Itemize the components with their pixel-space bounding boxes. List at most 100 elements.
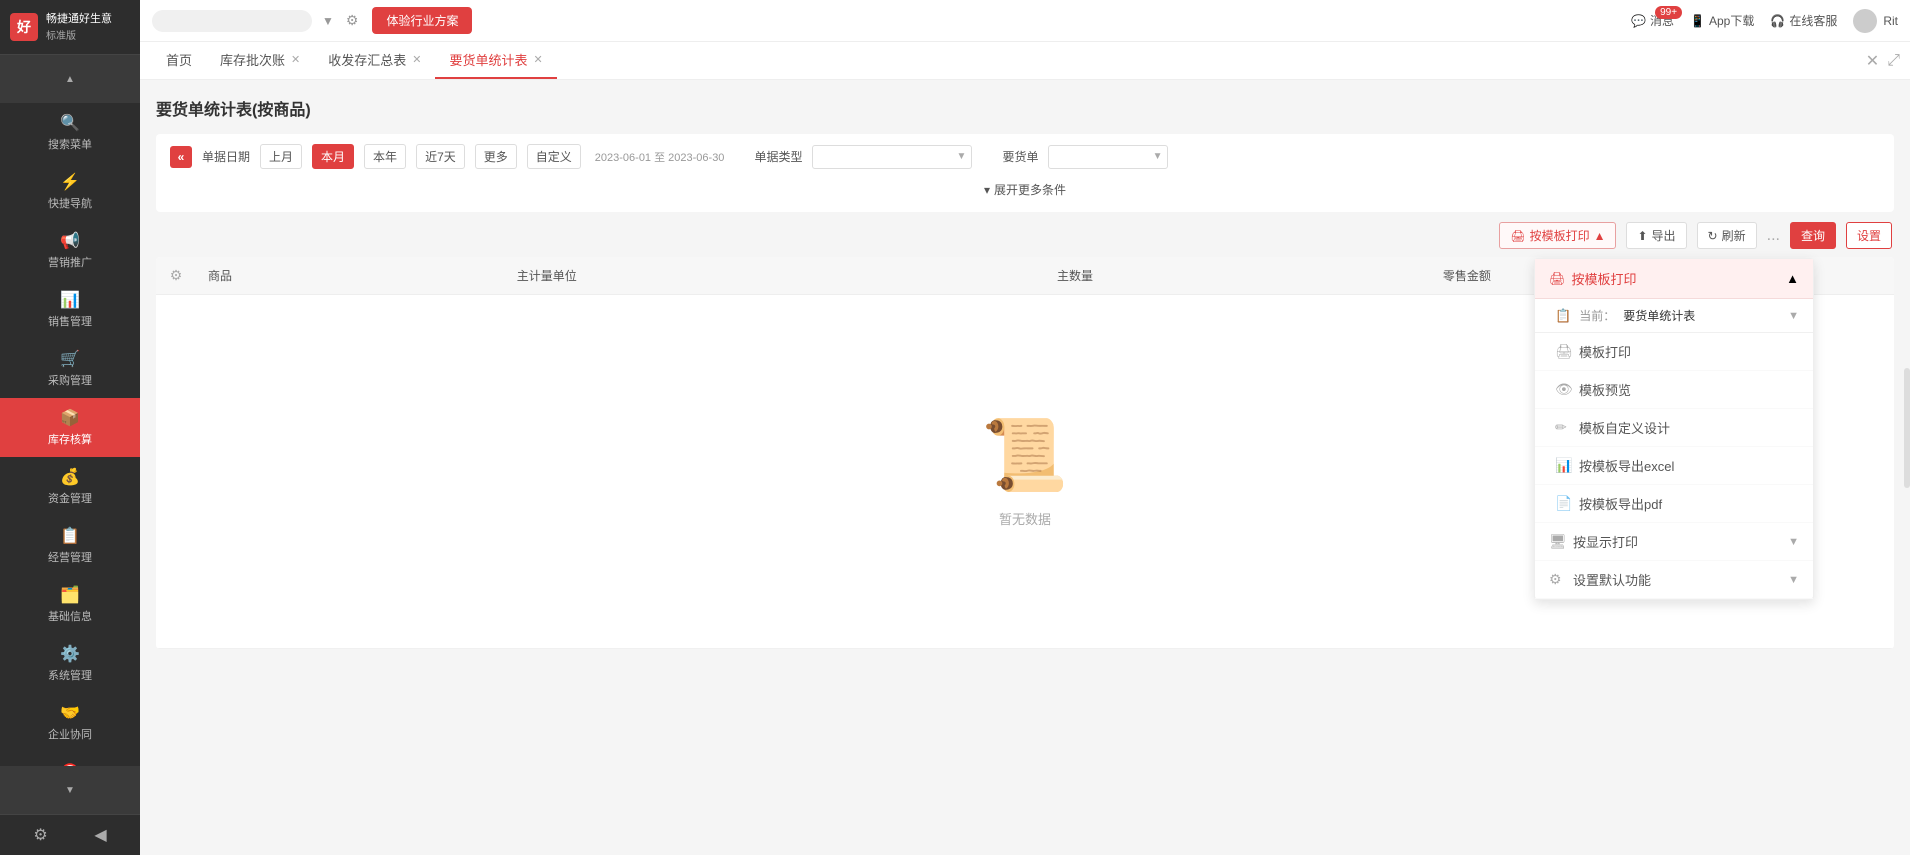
print-dropdown-arrow[interactable]: ▲ (1594, 229, 1606, 243)
sidebar-item-inventory[interactable]: 📦 库存核算 (0, 398, 140, 457)
current-template-label: 当前： (1579, 307, 1615, 324)
sidebar-item-label: 快捷导航 (48, 195, 92, 211)
collapse-footer-icon[interactable]: ◀ (94, 825, 106, 845)
refresh-btn[interactable]: ↻ 刷新 (1697, 222, 1757, 249)
dropdown-item-template-print[interactable]: 🖨 模板打印 (1535, 333, 1813, 371)
dropdown-item-template-design[interactable]: ✏ 模板自定义设计 (1535, 409, 1813, 447)
sidebar-item-purchase[interactable]: 🛒 采购管理 (0, 339, 140, 398)
main-content: ▼ ⚙ 体验行业方案 💬 消息 99+ 📱 App下载 🎧 在线客服 Rit (140, 0, 1910, 855)
set-default-left: ⚙ 设置默认功能 (1549, 570, 1651, 589)
tab-collection-summary[interactable]: 收发存汇总表 ✕ (314, 42, 435, 79)
search-input[interactable] (152, 10, 312, 32)
template-preview-label: 模板预览 (1579, 380, 1631, 399)
date-filter-label: 单据日期 (202, 148, 250, 165)
sidebar-item-search[interactable]: 🔍 搜索菜单 (0, 103, 140, 162)
table-toolbar: 🖨 按模板打印 ▲ ⬆ 导出 ↻ 刷新 ... 查询 设置 🖨 按模板打印 (156, 222, 1894, 249)
column-settings-icon[interactable]: ⚙ (170, 267, 183, 283)
app-download-item[interactable]: 📱 App下载 (1690, 12, 1754, 29)
page-content: 要货单统计表(按商品) « 单据日期 上月 本月 本年 近7天 更多 自定义 2… (140, 80, 1910, 855)
marketing-icon: 📢 (60, 231, 80, 251)
dropdown-item-display-print[interactable]: 🖥 按显示打印 ▼ (1535, 523, 1813, 561)
print-template-btn[interactable]: 🖨 按模板打印 ▲ (1499, 222, 1616, 249)
export-btn[interactable]: ⬆ 导出 (1626, 222, 1686, 249)
type-select[interactable] (812, 145, 972, 169)
sidebar-scroll-up[interactable]: ▲ (60, 59, 80, 99)
scrollbar-thumb[interactable] (1904, 368, 1910, 488)
tab-collection-summary-close[interactable]: ✕ (412, 53, 421, 66)
sidebar-item-basic[interactable]: 🗂️ 基础信息 (0, 575, 140, 634)
dropdown-close-arrow[interactable]: ▲ (1786, 271, 1799, 286)
sidebar-item-guide[interactable]: 🎯 新手引导 (0, 752, 140, 766)
query-btn[interactable]: 查询 (1790, 222, 1836, 249)
sidebar: 好 畅捷通好生意 标准版 ▲ 🔍 搜索菜单 ⚡ 快捷导航 📢 营销推广 📊 销售… (0, 0, 140, 855)
order-type-select[interactable] (1048, 145, 1168, 169)
date-btn-this-year[interactable]: 本年 (364, 144, 406, 169)
topbar-gear-icon[interactable]: ⚙ (346, 12, 359, 29)
sidebar-item-coop[interactable]: 🤝 企业协同 (0, 693, 140, 752)
sidebar-item-system[interactable]: ⚙️ 系统管理 (0, 634, 140, 693)
expand-more-btn[interactable]: ▾ 展开更多条件 (974, 177, 1076, 202)
display-print-left: 🖥 按显示打印 (1549, 532, 1638, 551)
current-template-value: 要货单统计表 (1623, 307, 1780, 324)
sidebar-scroll-down[interactable]: ▼ (60, 770, 80, 810)
online-service-item[interactable]: 🎧 在线客服 (1770, 12, 1837, 29)
date-btn-7days[interactable]: 近7天 (416, 144, 465, 169)
template-design-label: 模板自定义设计 (1579, 418, 1670, 437)
tab-home[interactable]: 首页 (152, 42, 206, 79)
tabbar-right: ✕ ⤢ (1866, 51, 1910, 71)
tab-inventory-batch-label: 库存批次账 (220, 50, 285, 69)
tab-order-stats[interactable]: 要货单统计表 ✕ (435, 42, 556, 79)
set-default-arrow: ▼ (1788, 574, 1799, 586)
app-download-icon: 📱 (1690, 14, 1705, 28)
sidebar-item-marketing[interactable]: 📢 营销推广 (0, 221, 140, 280)
tab-collection-summary-label: 收发存汇总表 (328, 50, 406, 69)
sidebar-item-finance[interactable]: 💰 资金管理 (0, 457, 140, 516)
sidebar-item-sales[interactable]: 📊 销售管理 (0, 280, 140, 339)
dropdown-item-template-preview[interactable]: 👁 模板预览 (1535, 371, 1813, 409)
sidebar-item-label: 搜索菜单 (48, 136, 92, 152)
search-icon: 🔍 (60, 113, 80, 133)
template-print-icon: 🖨 (1555, 343, 1571, 360)
dropdown-item-template-pdf[interactable]: 📄 按模板导出pdf (1535, 485, 1813, 523)
dropdown-current: 📋 当前： 要货单统计表 ▼ (1535, 299, 1813, 333)
tab-expand-icon[interactable]: ⤢ (1887, 52, 1900, 70)
display-print-arrow: ▼ (1788, 536, 1799, 548)
template-preview-icon: 👁 (1555, 381, 1571, 398)
filter-collapse-btn[interactable]: « (170, 146, 192, 168)
date-btn-custom[interactable]: 自定义 (527, 144, 581, 169)
sidebar-item-operation[interactable]: 📋 经营管理 (0, 516, 140, 575)
sidebar-item-label: 企业协同 (48, 726, 92, 742)
dropdown-header[interactable]: 🖨 按模板打印 ▲ (1535, 259, 1813, 299)
tab-order-stats-close[interactable]: ✕ (534, 53, 543, 66)
export-icon: ⬆ (1637, 229, 1647, 243)
date-btn-more[interactable]: 更多 (475, 144, 517, 169)
dropdown-printer-icon: 🖨 (1549, 271, 1566, 287)
trial-button[interactable]: 体验行业方案 (372, 7, 472, 34)
dropdown-title: 按模板打印 (1572, 269, 1637, 288)
basic-icon: 🗂️ (60, 585, 80, 605)
settings-footer-icon[interactable]: ⚙ (33, 825, 47, 845)
sidebar-item-quick-nav[interactable]: ⚡ 快捷导航 (0, 162, 140, 221)
tab-inventory-batch[interactable]: 库存批次账 ✕ (206, 42, 314, 79)
date-btn-this-month[interactable]: 本月 (312, 144, 354, 169)
app-logo: 好 畅捷通好生意 标准版 (0, 0, 140, 55)
user-area[interactable]: Rit (1853, 9, 1898, 33)
dropdown-item-set-default[interactable]: ⚙ 设置默认功能 ▼ (1535, 561, 1813, 599)
avatar (1853, 9, 1877, 33)
col-settings: ⚙ (156, 257, 196, 295)
message-item[interactable]: 💬 消息 99+ (1631, 12, 1674, 29)
search-dropdown-icon[interactable]: ▼ (322, 14, 334, 28)
template-pdf-label: 按模板导出pdf (1579, 494, 1662, 513)
date-btn-last-month[interactable]: 上月 (260, 144, 302, 169)
purchase-icon: 🛒 (60, 349, 80, 369)
settings-btn[interactable]: 设置 (1846, 222, 1892, 249)
tab-close-all-icon[interactable]: ✕ (1866, 51, 1879, 71)
tab-inventory-batch-close[interactable]: ✕ (291, 53, 300, 66)
type-filter-label: 单据类型 (754, 148, 802, 165)
current-template-arrow[interactable]: ▼ (1788, 310, 1799, 322)
dropdown-item-template-excel[interactable]: 📊 按模板导出excel (1535, 447, 1813, 485)
more-actions-btn[interactable]: ... (1767, 227, 1780, 245)
sidebar-item-label: 系统管理 (48, 667, 92, 683)
display-print-label: 按显示打印 (1573, 532, 1638, 551)
expand-icon: ▾ (984, 183, 990, 197)
